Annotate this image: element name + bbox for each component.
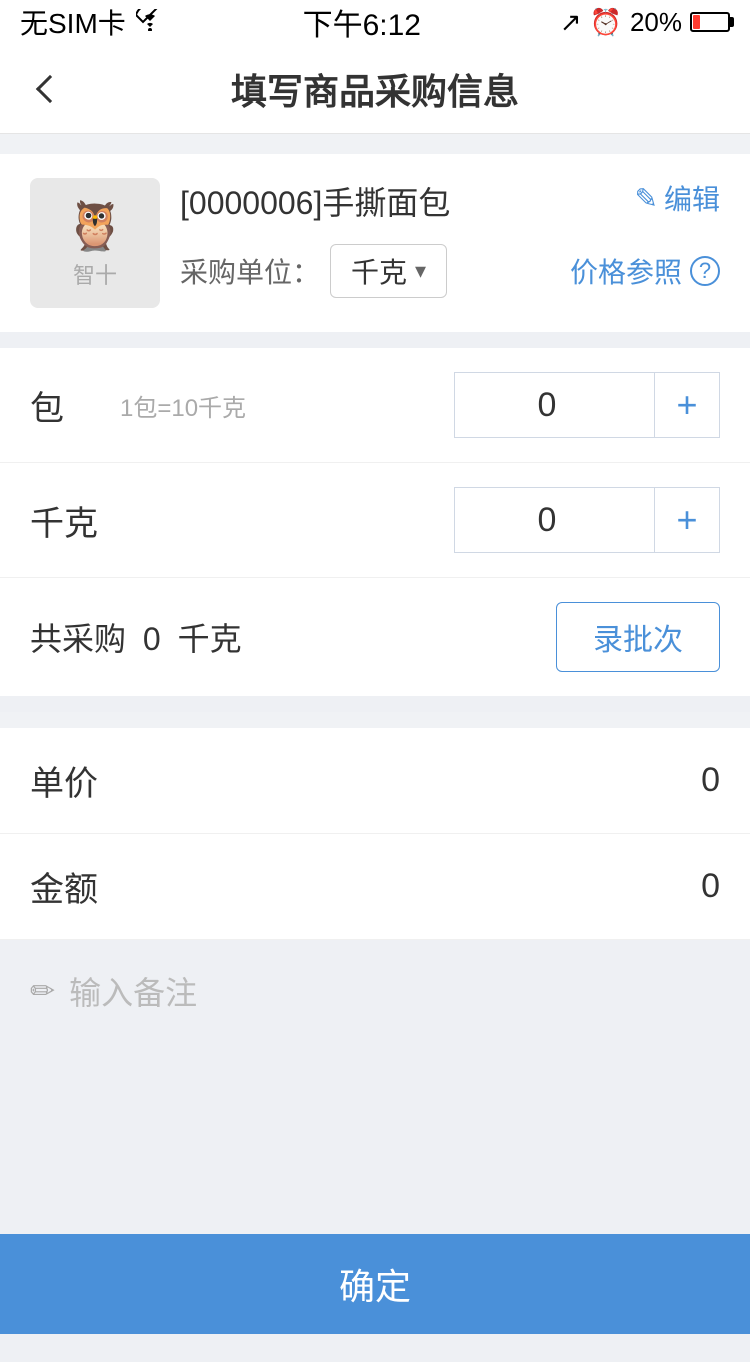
product-header: [0000006]手撕面包 ✎ 编辑 bbox=[180, 178, 720, 224]
status-left: 无SIM卡 bbox=[20, 2, 164, 42]
total-unit: 千克 bbox=[178, 621, 242, 657]
price-reference-button[interactable]: 价格参照 ? bbox=[570, 251, 720, 291]
unit-price-value: 0 bbox=[701, 761, 720, 800]
edit-icon: ✎ bbox=[635, 182, 658, 215]
dropdown-arrow-icon: ▾ bbox=[415, 258, 426, 284]
bag-plus-button[interactable]: + bbox=[654, 372, 720, 438]
page-title: 填写商品采购信息 bbox=[231, 63, 519, 115]
amount-value: 0 bbox=[701, 867, 720, 906]
kg-input-row: 千克 + bbox=[0, 463, 750, 578]
time-display: 下午6:12 bbox=[303, 0, 421, 44]
unit-select-group: 采购单位： 千克 ▾ bbox=[180, 244, 447, 298]
bag-input-row: 包 1包=10千克 + bbox=[0, 348, 750, 463]
product-unit-row: 采购单位： 千克 ▾ 价格参照 ? bbox=[180, 244, 720, 298]
edit-button[interactable]: ✎ 编辑 bbox=[635, 178, 720, 218]
price-ref-help-icon: ? bbox=[690, 256, 720, 286]
batch-record-button[interactable]: 录批次 bbox=[556, 602, 720, 672]
kg-plus-button[interactable]: + bbox=[654, 487, 720, 553]
separator-2 bbox=[0, 696, 750, 712]
product-image-label: 智十 bbox=[73, 258, 117, 290]
unit-price-label: 单价 bbox=[30, 756, 98, 805]
product-image: 🦉 智十 bbox=[30, 178, 160, 308]
edit-label: 编辑 bbox=[664, 178, 720, 218]
unit-label: 采购单位： bbox=[180, 251, 320, 291]
kg-label: 千克 bbox=[30, 496, 110, 545]
unit-price-row: 单价 0 bbox=[0, 728, 750, 834]
total-prefix: 共采购 bbox=[30, 621, 126, 657]
battery-percentage: 20% bbox=[630, 7, 682, 38]
unit-value: 千克 bbox=[351, 251, 407, 291]
product-info: [0000006]手撕面包 ✎ 编辑 采购单位： 千克 ▾ 价格参照 ? bbox=[180, 178, 720, 298]
alarm-icon: ⏰ bbox=[590, 7, 622, 38]
product-owl-icon: 🦉 bbox=[65, 197, 125, 254]
remark-placeholder: 输入备注 bbox=[69, 968, 197, 1014]
input-section: 包 1包=10千克 + 千克 + bbox=[0, 348, 750, 578]
status-bar: 无SIM卡 下午6:12 ↗ ⏰ 20% bbox=[0, 0, 750, 44]
total-text: 共采购 0 千克 bbox=[30, 614, 242, 660]
bag-sub-label: 1包=10千克 bbox=[120, 388, 454, 423]
bag-label: 包 bbox=[30, 381, 110, 430]
total-row: 共采购 0 千克 录批次 bbox=[0, 578, 750, 696]
pencil-icon: ✏ bbox=[30, 974, 55, 1009]
remark-section[interactable]: ✏ 输入备注 bbox=[0, 940, 750, 1042]
unit-select-dropdown[interactable]: 千克 ▾ bbox=[330, 244, 447, 298]
back-arrow-icon bbox=[36, 74, 64, 102]
total-value: 0 bbox=[143, 621, 161, 657]
wifi-icon bbox=[136, 6, 164, 38]
nav-bar: 填写商品采购信息 bbox=[0, 44, 750, 134]
price-ref-label: 价格参照 bbox=[570, 251, 682, 291]
bag-quantity-input[interactable] bbox=[454, 372, 654, 438]
separator-1 bbox=[0, 332, 750, 348]
product-name: [0000006]手撕面包 bbox=[180, 178, 450, 224]
confirm-button[interactable]: 确定 bbox=[0, 1234, 750, 1334]
status-right: ↗ ⏰ 20% bbox=[560, 7, 730, 38]
location-icon: ↗ bbox=[560, 7, 582, 38]
carrier-text: 无SIM卡 bbox=[20, 2, 126, 42]
amount-row: 金额 0 bbox=[0, 834, 750, 940]
kg-input-controls: + bbox=[454, 487, 720, 553]
kg-quantity-input[interactable] bbox=[454, 487, 654, 553]
bag-input-controls: + bbox=[454, 372, 720, 438]
amount-label: 金额 bbox=[30, 862, 98, 911]
price-section: 单价 0 金额 0 bbox=[0, 728, 750, 940]
product-card: 🦉 智十 [0000006]手撕面包 ✎ 编辑 采购单位： 千克 ▾ 价格参照 … bbox=[0, 154, 750, 332]
battery-icon bbox=[690, 12, 730, 32]
back-button[interactable] bbox=[30, 69, 70, 109]
